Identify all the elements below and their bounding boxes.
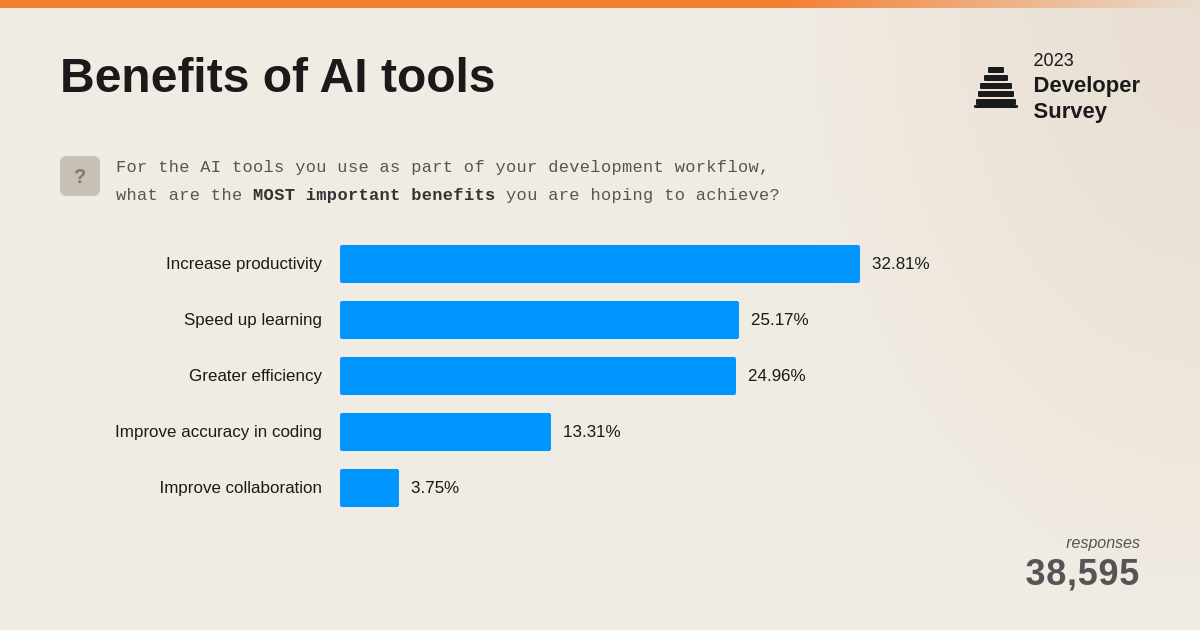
logo-year: 2023 xyxy=(1034,50,1140,72)
svg-rect-0 xyxy=(976,99,1016,105)
logo-text: 2023 Developer Survey xyxy=(1034,50,1140,124)
bar-row: Increase productivity 32.81% xyxy=(80,245,1140,283)
logo-line2: Survey xyxy=(1034,98,1140,124)
bar-label: Improve accuracy in coding xyxy=(80,422,340,442)
svg-rect-4 xyxy=(988,67,1004,73)
bar-value: 32.81% xyxy=(872,254,930,274)
question-text: For the AI tools you use as part of your… xyxy=(116,154,780,208)
bar-wrapper: 32.81% xyxy=(340,245,1140,283)
header-row: Benefits of AI tools 2023 Developer Surv… xyxy=(60,50,1140,124)
bar-fill xyxy=(340,469,399,507)
bar-row: Improve accuracy in coding 13.31% xyxy=(80,413,1140,451)
bar-value: 13.31% xyxy=(563,422,621,442)
question-row: ? For the AI tools you use as part of yo… xyxy=(60,154,1140,208)
bar-label: Improve collaboration xyxy=(80,478,340,498)
responses-label: responses xyxy=(1026,534,1140,552)
bar-row: Speed up learning 25.17% xyxy=(80,301,1140,339)
bar-fill xyxy=(340,413,551,451)
bar-fill xyxy=(340,245,860,283)
bar-wrapper: 13.31% xyxy=(340,413,1140,451)
bar-value: 3.75% xyxy=(411,478,459,498)
page-title: Benefits of AI tools xyxy=(60,50,496,103)
bar-value: 24.96% xyxy=(748,366,806,386)
svg-rect-2 xyxy=(980,83,1012,89)
chart-area: Increase productivity 32.81% Speed up lear… xyxy=(80,245,1140,507)
bar-label: Greater efficiency xyxy=(80,366,340,386)
bar-wrapper: 3.75% xyxy=(340,469,1140,507)
logo-line1: Developer xyxy=(1034,72,1140,98)
question-bold: MOST important benefits xyxy=(253,186,495,205)
bar-row: Greater efficiency 24.96% xyxy=(80,357,1140,395)
bar-row: Improve collaboration 3.75% xyxy=(80,469,1140,507)
bar-value: 25.17% xyxy=(751,310,809,330)
svg-rect-3 xyxy=(984,75,1008,81)
bar-label: Increase productivity xyxy=(80,254,340,274)
main-container: Benefits of AI tools 2023 Developer Surv… xyxy=(0,0,1200,630)
bar-label: Speed up learning xyxy=(80,310,340,330)
svg-rect-5 xyxy=(974,105,1018,108)
responses-area: responses 38,595 xyxy=(1026,534,1140,594)
logo-area: 2023 Developer Survey xyxy=(970,50,1140,124)
question-icon: ? xyxy=(60,156,100,196)
bar-wrapper: 24.96% xyxy=(340,357,1140,395)
logo-icon xyxy=(970,61,1022,113)
bar-fill xyxy=(340,301,739,339)
bar-fill xyxy=(340,357,736,395)
responses-count: 38,595 xyxy=(1026,552,1140,594)
bar-wrapper: 25.17% xyxy=(340,301,1140,339)
svg-rect-1 xyxy=(978,91,1014,97)
